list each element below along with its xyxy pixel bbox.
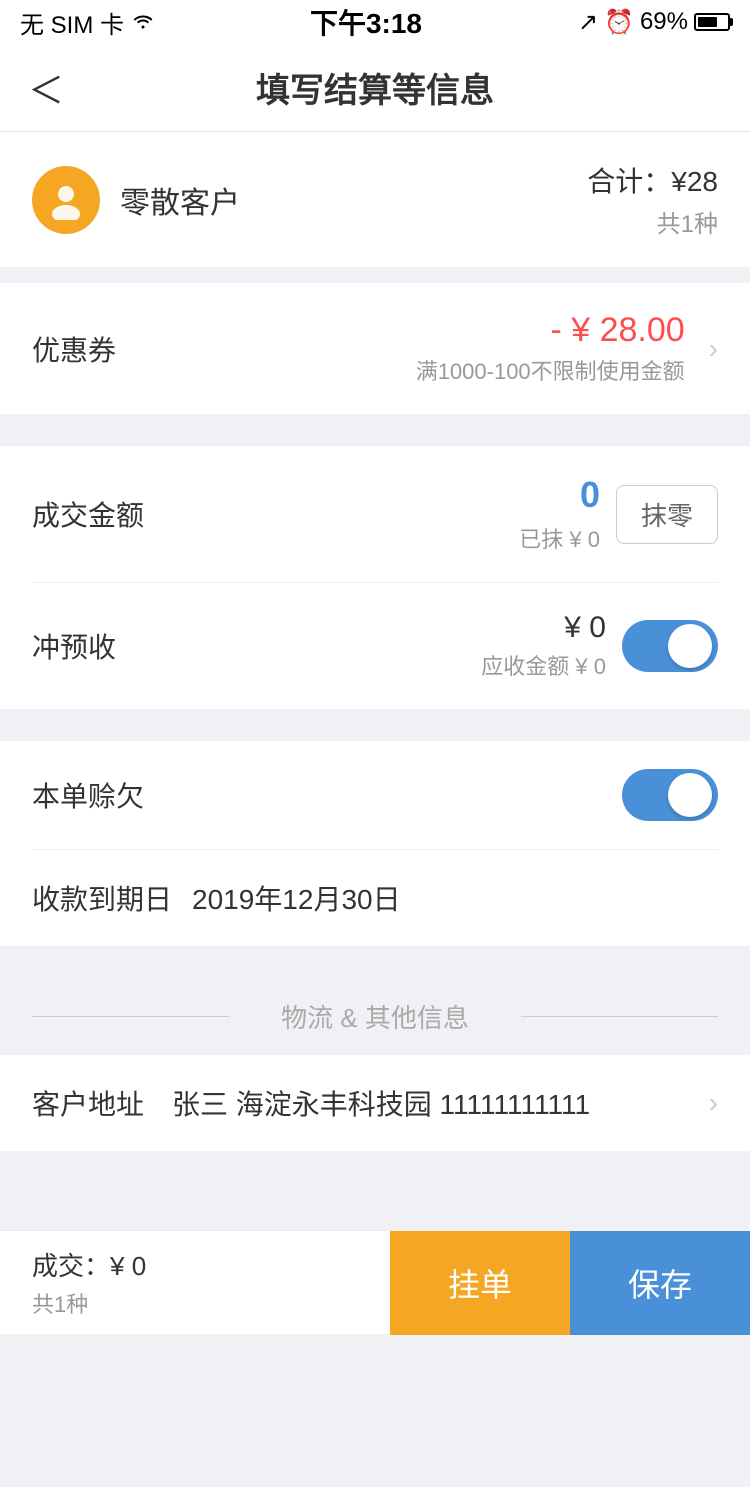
pending-button[interactable]: 挂单 xyxy=(390,1231,570,1335)
battery-percent: 69% xyxy=(640,8,688,36)
wifi-icon xyxy=(132,8,154,36)
coupon-amount: - ¥ 28.00 xyxy=(416,311,685,350)
deal-text: 0 已抹 ¥ 0 xyxy=(519,474,600,554)
deal-label: 成交金额 xyxy=(32,494,152,534)
customer-row: 零散客户 合计：¥28 共1种 xyxy=(0,132,750,267)
credit-toggle[interactable] xyxy=(622,769,718,821)
address-section: 客户地址 张三 海淀永丰科技园 11111111111 › xyxy=(0,1055,750,1151)
coupon-chevron: › xyxy=(709,333,718,365)
coupon-text: - ¥ 28.00 满1000-100不限制使用金额 xyxy=(416,311,685,386)
coupon-desc: 满1000-100不限制使用金额 xyxy=(416,354,685,386)
prepay-label: 冲预收 xyxy=(32,626,152,666)
due-value: 2019年12月30日 xyxy=(192,878,401,918)
signal-text: 无 SIM 卡 xyxy=(20,5,124,40)
address-value: 张三 海淀永丰科技园 11111111111 xyxy=(172,1083,701,1123)
logistics-text: 物流 & 其他信息 xyxy=(281,998,469,1035)
due-date-row: 收款到期日 2019年12月30日 xyxy=(0,850,750,946)
section-sep-1 xyxy=(0,430,750,446)
address-label: 客户地址 xyxy=(32,1083,152,1123)
coupon-section: 优惠券 - ¥ 28.00 满1000-100不限制使用金额 › xyxy=(0,283,750,414)
nav-bar: ＜ 填写结算等信息 xyxy=(0,44,750,132)
status-bar: 无 SIM 卡 下午3:18 ↗ ⏰ 69% xyxy=(0,0,750,44)
deal-row: 成交金额 0 已抹 ¥ 0 抹零 xyxy=(0,446,750,582)
back-button[interactable]: ＜ xyxy=(28,62,64,114)
status-time: 下午3:18 xyxy=(310,2,422,42)
status-left: 无 SIM 卡 xyxy=(20,5,154,40)
credit-toggle-knob xyxy=(668,773,712,817)
prepay-value: ¥ 0 xyxy=(481,611,606,645)
logistics-line-left xyxy=(32,1016,229,1017)
coupon-right: - ¥ 28.00 满1000-100不限制使用金额 › xyxy=(416,311,718,386)
bottom-count: 共1种 xyxy=(32,1287,358,1319)
logistics-separator: 物流 & 其他信息 xyxy=(0,978,750,1055)
page-title: 填写结算等信息 xyxy=(256,63,494,112)
status-right: ↗ ⏰ 69% xyxy=(578,8,730,37)
address-row[interactable]: 客户地址 张三 海淀永丰科技园 11111111111 › xyxy=(0,1055,750,1151)
customer-right: 合计：¥28 共1种 xyxy=(587,160,718,239)
round-button[interactable]: 抹零 xyxy=(616,485,718,544)
bottom-info: 成交：¥ 0 共1种 xyxy=(0,1246,390,1319)
alarm-icon: ⏰ xyxy=(604,8,634,37)
customer-name: 零散客户 xyxy=(120,178,240,222)
credit-row: 本单赊欠 xyxy=(0,741,750,849)
section-sep-2 xyxy=(0,725,750,741)
customer-total: 合计：¥28 xyxy=(587,160,718,200)
battery-icon xyxy=(694,13,730,31)
credit-section: 本单赊欠 收款到期日 2019年12月30日 xyxy=(0,741,750,946)
bottom-deal-amount: 成交：¥ 0 xyxy=(32,1246,358,1283)
prepay-sub: 应收金额 ¥ 0 xyxy=(481,649,606,681)
coupon-label: 优惠券 xyxy=(32,329,152,369)
prepay-row: 冲预收 ¥ 0 应收金额 ¥ 0 xyxy=(0,583,750,709)
section-sep-3 xyxy=(0,962,750,978)
customer-section: 零散客户 合计：¥28 共1种 xyxy=(0,132,750,267)
address-chevron: › xyxy=(709,1087,718,1119)
customer-count: 共1种 xyxy=(587,204,718,239)
location-icon: ↗ xyxy=(578,8,598,37)
customer-avatar xyxy=(32,166,100,234)
logistics-line-right xyxy=(521,1016,718,1017)
prepay-right: ¥ 0 应收金额 ¥ 0 xyxy=(481,611,718,681)
customer-left: 零散客户 xyxy=(32,166,240,234)
save-button[interactable]: 保存 xyxy=(570,1231,750,1335)
due-label: 收款到期日 xyxy=(32,878,172,918)
deal-sub: 已抹 ¥ 0 xyxy=(519,522,600,554)
prepay-toggle[interactable] xyxy=(622,620,718,672)
toggle-knob xyxy=(668,624,712,668)
deal-section: 成交金额 0 已抹 ¥ 0 抹零 冲预收 ¥ 0 应收金额 ¥ 0 xyxy=(0,446,750,709)
deal-value: 0 xyxy=(519,474,600,516)
bottom-bar: 成交：¥ 0 共1种 挂单 保存 xyxy=(0,1230,750,1334)
credit-label: 本单赊欠 xyxy=(32,775,152,815)
coupon-row[interactable]: 优惠券 - ¥ 28.00 满1000-100不限制使用金额 › xyxy=(0,283,750,414)
deal-right: 0 已抹 ¥ 0 抹零 xyxy=(519,474,718,554)
prepay-text: ¥ 0 应收金额 ¥ 0 xyxy=(481,611,606,681)
